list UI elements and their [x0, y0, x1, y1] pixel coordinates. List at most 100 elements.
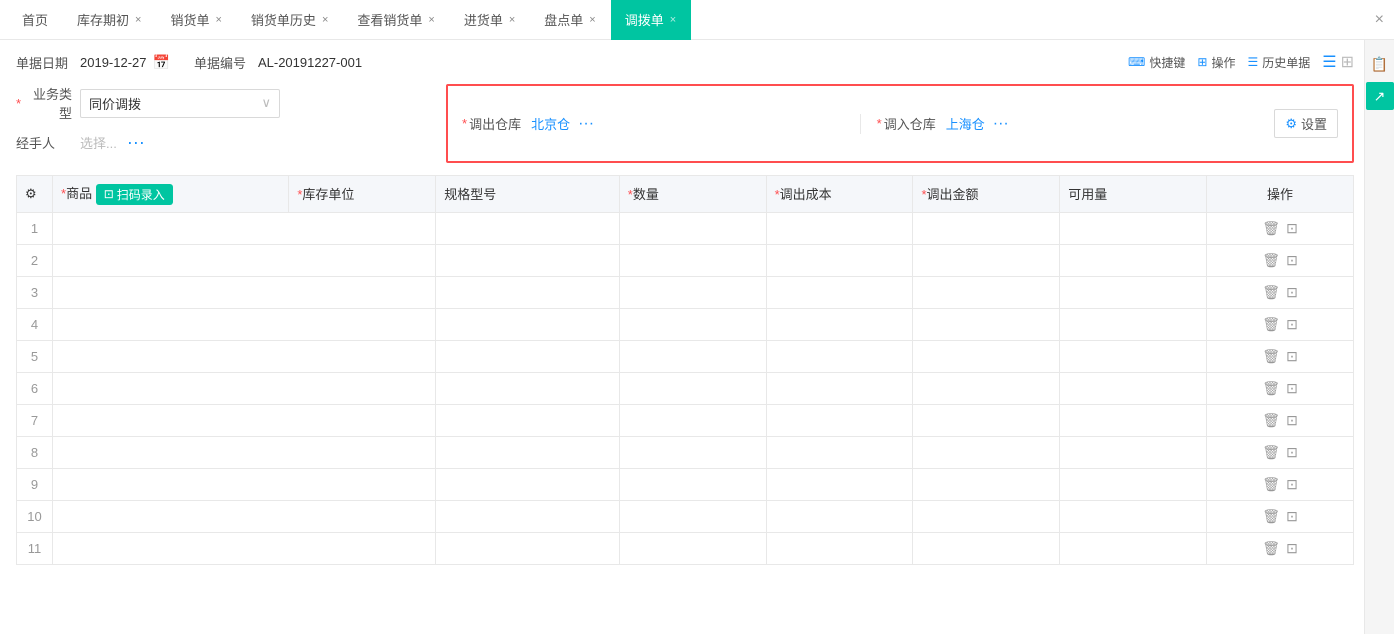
row-qty-2[interactable]: [619, 244, 766, 276]
scan-btn[interactable]: ⊡ 扫码录入: [96, 184, 173, 205]
delete-icon-2[interactable]: 🗑: [1262, 252, 1280, 269]
copy-icon-2[interactable]: ⊡: [1286, 252, 1298, 269]
row-spec-1[interactable]: [436, 212, 620, 244]
row-spec-7[interactable]: [436, 404, 620, 436]
tab-close-inventory-check[interactable]: ×: [589, 14, 595, 26]
out-warehouse-more-btn[interactable]: ···: [578, 115, 594, 133]
row-cost-10[interactable]: [766, 500, 913, 532]
row-cost-4[interactable]: [766, 308, 913, 340]
copy-icon-4[interactable]: ⊡: [1286, 316, 1298, 333]
delete-icon-11[interactable]: 🗑: [1262, 540, 1280, 557]
row-product-1[interactable]: [53, 212, 436, 244]
row-spec-11[interactable]: [436, 532, 620, 564]
copy-icon-11[interactable]: ⊡: [1286, 540, 1298, 557]
business-type-select[interactable]: 同价调拨 ∨: [80, 89, 280, 118]
layout-icon-2[interactable]: ⊞: [1341, 52, 1354, 72]
tab-close-sales-history[interactable]: ×: [322, 14, 328, 26]
row-qty-1[interactable]: [619, 212, 766, 244]
row-product-5[interactable]: [53, 340, 436, 372]
row-cost-8[interactable]: [766, 436, 913, 468]
row-amount-8[interactable]: [913, 436, 1060, 468]
row-qty-10[interactable]: [619, 500, 766, 532]
row-amount-3[interactable]: [913, 276, 1060, 308]
row-product-8[interactable]: [53, 436, 436, 468]
row-product-4[interactable]: [53, 308, 436, 340]
delete-icon-7[interactable]: 🗑: [1262, 412, 1280, 429]
row-qty-5[interactable]: [619, 340, 766, 372]
tab-view-sales[interactable]: 查看销货单 ×: [343, 0, 449, 40]
delete-icon-5[interactable]: 🗑: [1262, 348, 1280, 365]
delete-icon-4[interactable]: 🗑: [1262, 316, 1280, 333]
tab-close-view-sales[interactable]: ×: [428, 14, 434, 26]
row-spec-10[interactable]: [436, 500, 620, 532]
row-amount-9[interactable]: [913, 468, 1060, 500]
row-qty-9[interactable]: [619, 468, 766, 500]
row-amount-1[interactable]: [913, 212, 1060, 244]
tab-sales-order[interactable]: 销货单 ×: [156, 0, 236, 40]
row-cost-9[interactable]: [766, 468, 913, 500]
layout-icon-1[interactable]: ☰: [1322, 52, 1336, 72]
delete-icon-6[interactable]: 🗑: [1262, 380, 1280, 397]
row-qty-8[interactable]: [619, 436, 766, 468]
row-spec-9[interactable]: [436, 468, 620, 500]
row-product-6[interactable]: [53, 372, 436, 404]
th-gear[interactable]: ⚙: [17, 176, 53, 213]
out-warehouse-value[interactable]: 北京仓: [531, 114, 570, 133]
copy-icon-6[interactable]: ⊡: [1286, 380, 1298, 397]
tab-home[interactable]: 首页: [8, 0, 63, 40]
row-product-10[interactable]: [53, 500, 436, 532]
tab-purchase-order[interactable]: 进货单 ×: [450, 0, 530, 40]
row-cost-6[interactable]: [766, 372, 913, 404]
copy-icon-3[interactable]: ⊡: [1286, 284, 1298, 301]
copy-icon-1[interactable]: ⊡: [1286, 220, 1298, 237]
delete-icon-1[interactable]: 🗑: [1262, 220, 1280, 237]
tab-bar-close-button[interactable]: ×: [1375, 11, 1384, 29]
operation-btn[interactable]: ⊞ 操作: [1197, 54, 1235, 71]
row-cost-11[interactable]: [766, 532, 913, 564]
row-amount-4[interactable]: [913, 308, 1060, 340]
sidebar-export-icon[interactable]: ↗: [1366, 82, 1394, 110]
tab-close-inventory-init[interactable]: ×: [135, 14, 141, 26]
delete-icon-8[interactable]: 🗑: [1262, 444, 1280, 461]
row-spec-6[interactable]: [436, 372, 620, 404]
history-btn[interactable]: ☰ 历史单据: [1247, 54, 1310, 71]
row-amount-6[interactable]: [913, 372, 1060, 404]
copy-icon-5[interactable]: ⊡: [1286, 348, 1298, 365]
tab-inventory-init[interactable]: 库存期初 ×: [63, 0, 156, 40]
row-amount-2[interactable]: [913, 244, 1060, 276]
row-product-2[interactable]: [53, 244, 436, 276]
row-qty-7[interactable]: [619, 404, 766, 436]
row-qty-11[interactable]: [619, 532, 766, 564]
copy-icon-7[interactable]: ⊡: [1286, 412, 1298, 429]
row-qty-3[interactable]: [619, 276, 766, 308]
row-amount-10[interactable]: [913, 500, 1060, 532]
row-qty-4[interactable]: [619, 308, 766, 340]
handler-placeholder[interactable]: 选择...: [80, 133, 117, 152]
row-amount-11[interactable]: [913, 532, 1060, 564]
tab-sales-history[interactable]: 销货单历史 ×: [237, 0, 343, 40]
row-qty-6[interactable]: [619, 372, 766, 404]
delete-icon-9[interactable]: 🗑: [1262, 476, 1280, 493]
row-amount-7[interactable]: [913, 404, 1060, 436]
copy-icon-8[interactable]: ⊡: [1286, 444, 1298, 461]
row-product-11[interactable]: [53, 532, 436, 564]
row-cost-1[interactable]: [766, 212, 913, 244]
tab-close-sales-order[interactable]: ×: [215, 14, 221, 26]
shortcut-btn[interactable]: ⌨ 快捷键: [1128, 54, 1185, 71]
row-cost-3[interactable]: [766, 276, 913, 308]
calendar-icon[interactable]: 📅: [153, 54, 170, 71]
row-amount-5[interactable]: [913, 340, 1060, 372]
in-warehouse-value[interactable]: 上海仓: [946, 114, 985, 133]
row-spec-5[interactable]: [436, 340, 620, 372]
delete-icon-3[interactable]: 🗑: [1262, 284, 1280, 301]
row-product-7[interactable]: [53, 404, 436, 436]
settings-button[interactable]: ⚙ 设置: [1274, 109, 1338, 138]
row-spec-8[interactable]: [436, 436, 620, 468]
in-warehouse-more-btn[interactable]: ···: [993, 115, 1009, 133]
tab-inventory-check[interactable]: 盘点单 ×: [530, 0, 610, 40]
copy-icon-10[interactable]: ⊡: [1286, 508, 1298, 525]
sidebar-list-icon[interactable]: 📋: [1366, 50, 1394, 78]
row-spec-2[interactable]: [436, 244, 620, 276]
tab-transfer-order[interactable]: 调拨单 ×: [611, 0, 691, 40]
row-spec-4[interactable]: [436, 308, 620, 340]
